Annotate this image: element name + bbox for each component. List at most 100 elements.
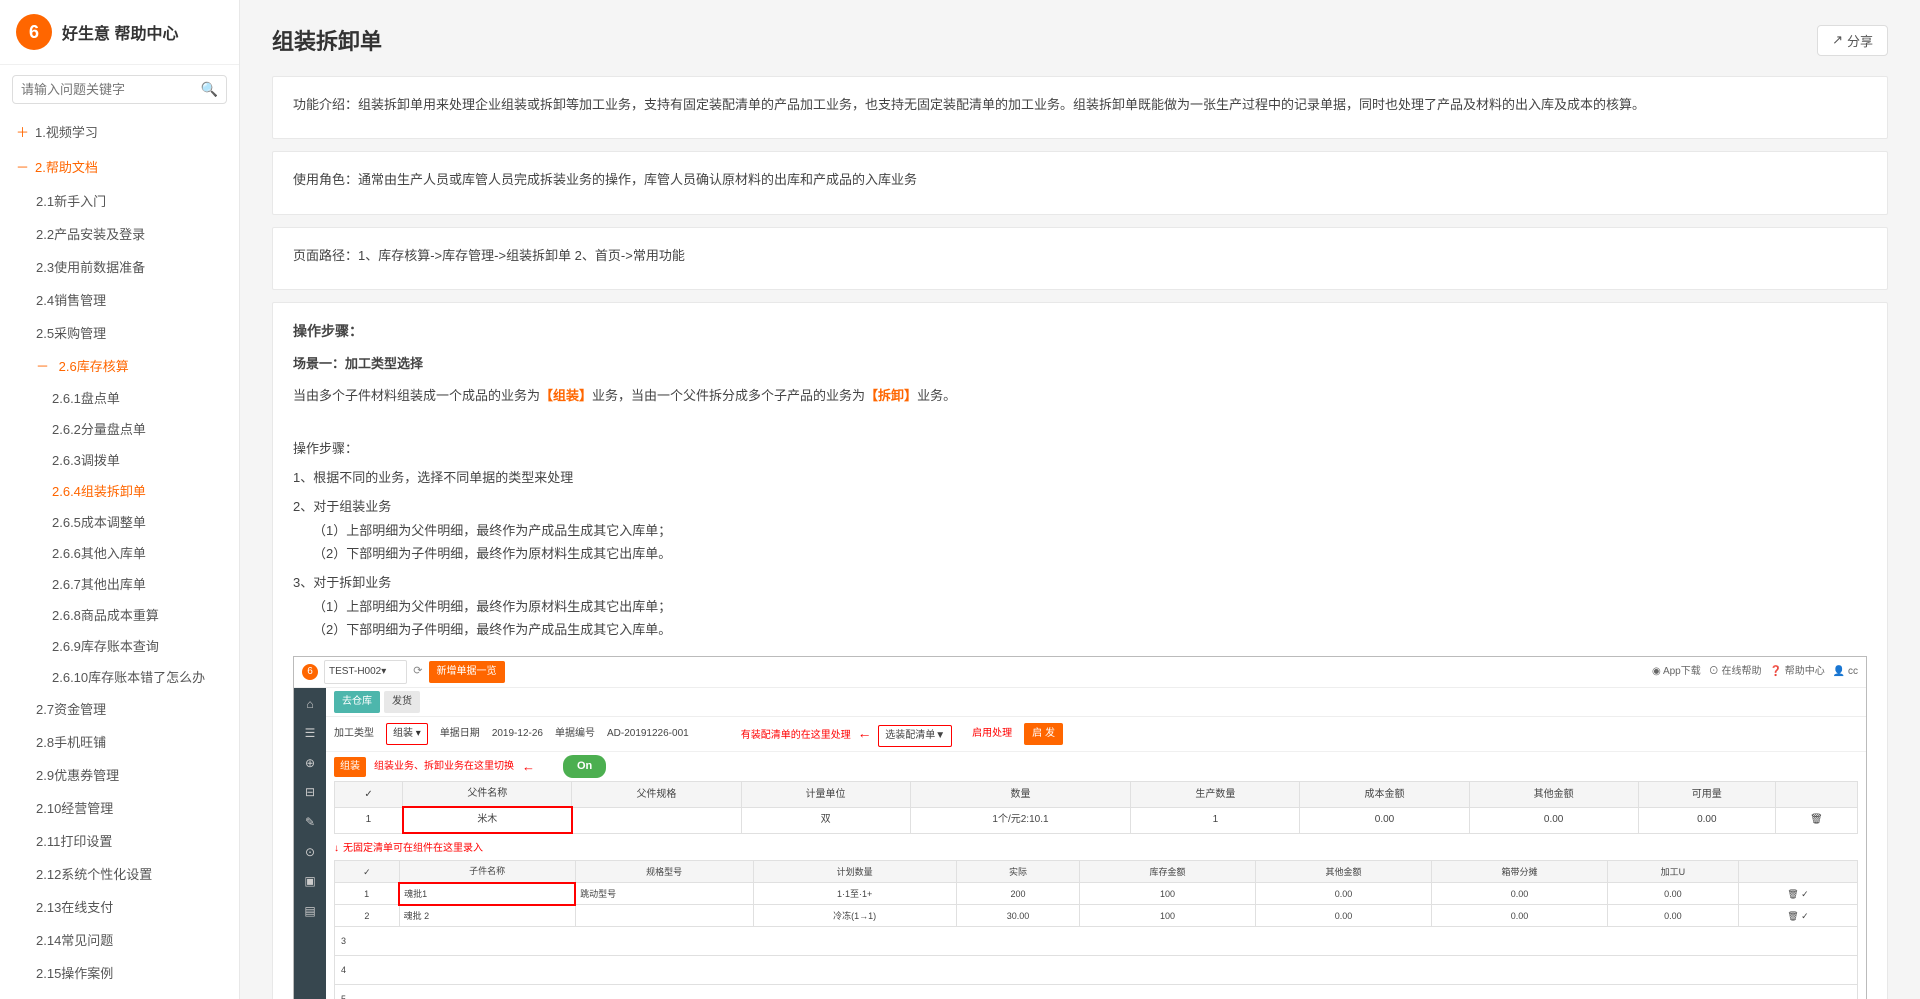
on-badge[interactable]: On bbox=[563, 755, 606, 779]
sidebar-item-payment[interactable]: 2.13在线支付 bbox=[0, 890, 239, 923]
sidebar-item-ledger-fix[interactable]: 2.6.10库存账本错了怎么办 bbox=[0, 661, 239, 692]
side-icon-circle[interactable]: ⊙ bbox=[305, 842, 315, 864]
app-icon-user: 👤 cc bbox=[1833, 663, 1858, 681]
sidebar-item-ledger-query[interactable]: 2.6.9库存账本查询 bbox=[0, 630, 239, 661]
lower-table: ✓ 子件名称 规格型号 计划数量 实际 库存金额 其他金额 箱带分摊 加工U bbox=[334, 860, 1858, 999]
app-tab-new[interactable]: 去仓库 bbox=[334, 691, 380, 713]
field-no-label: 单据编号 bbox=[555, 725, 595, 743]
btn-assembly-list[interactable]: 选装配清单▼ bbox=[878, 725, 952, 747]
upper-table-body: 1 米木 双 1个/元2:10.1 1 0.00 0.00 0.00 🗑 bbox=[335, 807, 1858, 833]
step3-1: （1）上部明细为父件明细，最终作为原材料生成其它出库单； bbox=[313, 595, 1867, 618]
annotation-area-3: ↓ 无固定清单可在组件在这里录入 bbox=[326, 838, 1866, 860]
upper-table: ✓ 父件名称 父件规格 计量单位 数量 生产数量 成本金额 其他金额 可用量 bbox=[334, 781, 1858, 834]
app-new-bill-btn[interactable]: 新增单据一览 bbox=[429, 661, 505, 683]
side-icon-add[interactable]: ⊕ bbox=[305, 753, 315, 775]
app-icon-apptap: ◉ App下载 bbox=[1652, 663, 1701, 681]
btn-qiyong[interactable]: 启 发 bbox=[1024, 723, 1063, 745]
sidebar-item-purchase[interactable]: 2.5采购管理 bbox=[0, 316, 239, 349]
side-icon-doc[interactable]: ☰ bbox=[305, 723, 316, 745]
operations-title: 操作步骤： bbox=[293, 319, 1867, 344]
table-row: 1 魂批1 跳动型号 1·1至·1+ 200 100 0.00 0.00 0.0… bbox=[335, 883, 1858, 905]
path-section: 页面路径：1、库存核算->库存管理->组装拆卸单 2、首页->常用功能 bbox=[272, 227, 1888, 290]
sidebar-item-mgmt[interactable]: 2.10经营管理 bbox=[0, 791, 239, 824]
role-section: 使用角色：通常由生产人员或库管人员完成拆装业务的操作，库管人员确认原材料的出库和… bbox=[272, 151, 1888, 214]
annotation-area-qiyong: 启用处理 bbox=[972, 725, 1012, 743]
sidebar-item-coupon[interactable]: 2.9优惠券管理 bbox=[0, 758, 239, 791]
logo-icon: 6 bbox=[16, 14, 52, 50]
sidebar-item-label: 1.视频学习 bbox=[35, 122, 98, 141]
page-title: 组装拆卸单 bbox=[272, 24, 382, 56]
scene1-title: 场景一：加工类型选择 bbox=[293, 356, 423, 371]
col-parent-name: 父件名称 bbox=[403, 782, 572, 808]
step3-2: （2）下部明细为子件明细，最终作为产成品生成其它入库单。 bbox=[313, 618, 1867, 641]
field-type-select[interactable]: 组装 ▾ bbox=[386, 723, 428, 745]
share-label: 分享 bbox=[1847, 31, 1873, 50]
nav-section: ＋ 1.视频学习 － 2.帮助文档 2.1新手入门 2.2产品安装及登录 2.3… bbox=[0, 114, 239, 989]
app-left-panel: ⌂ ☰ ⊕ ⊟ ✎ ⊙ ▣ ▤ bbox=[294, 688, 326, 999]
sidebar-item-other-in[interactable]: 2.6.6其他入库单 bbox=[0, 537, 239, 568]
col-unit: 计量单位 bbox=[741, 782, 910, 808]
side-icon-minus[interactable]: ⊟ bbox=[305, 782, 315, 804]
side-icon-lines[interactable]: ▤ bbox=[304, 901, 315, 923]
app-icon-help: ⊙ 在线帮助 bbox=[1709, 663, 1762, 681]
sidebar-item-print[interactable]: 2.11打印设置 bbox=[0, 824, 239, 857]
step2-1: （1）上部明细为父件明细，最终作为产成品生成其它入库单； bbox=[313, 519, 1867, 542]
table-row: 1 米木 双 1个/元2:10.1 1 0.00 0.00 0.00 🗑 bbox=[335, 807, 1858, 833]
annotation-text-qiyong: 启用处理 bbox=[972, 728, 1012, 739]
side-icon-edit[interactable]: ✎ bbox=[305, 812, 315, 834]
logo-area: 6 好生意 帮助中心 bbox=[0, 0, 239, 65]
step3: 3、对于拆卸业务 bbox=[293, 571, 1867, 594]
main-content: 组装拆卸单 ↗ 分享 功能介绍：组装拆卸单用来处理企业组装或拆卸等加工业务，支持… bbox=[240, 0, 1920, 999]
col-qty: 数量 bbox=[910, 782, 1131, 808]
table-row: 4 bbox=[335, 956, 1858, 985]
lower-table-area: ✓ 子件名称 规格型号 计划数量 实际 库存金额 其他金额 箱带分摊 加工U bbox=[326, 860, 1866, 999]
app-body: ⌂ ☰ ⊕ ⊟ ✎ ⊙ ▣ ▤ 去仓库 发货 bbox=[294, 688, 1866, 999]
app-icon-helpcenter: ❓ 帮助中心 bbox=[1770, 663, 1825, 681]
share-button[interactable]: ↗ 分享 bbox=[1817, 25, 1888, 56]
side-icon-home[interactable]: ⌂ bbox=[306, 694, 313, 716]
sidebar-item-cases[interactable]: 2.15操作案例 bbox=[0, 956, 239, 989]
sidebar-item-partial-stocktake[interactable]: 2.6.2分量盘点单 bbox=[0, 413, 239, 444]
table-row: 2 魂批 2 冷冻(1→1) 30.00 100 0.00 0.00 0.00 bbox=[335, 905, 1858, 927]
sidebar-item-other-out[interactable]: 2.6.7其他出库单 bbox=[0, 568, 239, 599]
annotation-area-1: 有装配清单的在这里处理 ← 选装配清单▼ bbox=[741, 721, 952, 747]
search-input[interactable] bbox=[21, 82, 201, 97]
side-icon-grid[interactable]: ▣ bbox=[304, 871, 315, 893]
col-actions bbox=[1775, 782, 1857, 808]
upper-table-label-row: 组装 组装业务、拆卸业务在这里切换 ← On bbox=[326, 752, 1866, 782]
sidebar-item-assembly[interactable]: 2.6.4组装拆卸单 bbox=[0, 475, 239, 506]
sidebar-item-sales[interactable]: 2.4销售管理 bbox=[0, 283, 239, 316]
sidebar-item-videos[interactable]: ＋ 1.视频学习 bbox=[0, 114, 239, 149]
sidebar-item-cost-adjust[interactable]: 2.6.5成本调整单 bbox=[0, 506, 239, 537]
intro-section: 功能介绍：组装拆卸单用来处理企业组装或拆卸等加工业务，支持有固定装配清单的产品加… bbox=[272, 76, 1888, 139]
sidebar-item-mobile[interactable]: 2.8手机旺铺 bbox=[0, 725, 239, 758]
app-title-dropdown[interactable]: TEST-H002▾ bbox=[324, 660, 407, 684]
app-refresh-icons: ⟳ bbox=[413, 662, 422, 682]
sidebar-item-faq[interactable]: 2.14常见问题 bbox=[0, 923, 239, 956]
arrow-down-icon: ↓ bbox=[334, 840, 339, 858]
app-tab-query[interactable]: 发货 bbox=[384, 691, 420, 713]
app-main-content: 去仓库 发货 加工类型 组装 ▾ 单据日期 2019-12-26 单据编号 AD… bbox=[326, 688, 1866, 999]
app-toolbar: 去仓库 发货 bbox=[326, 688, 1866, 717]
sidebar-item-stocktake[interactable]: 2.6.1盘点单 bbox=[0, 382, 239, 413]
field-date-val: 2019-12-26 bbox=[492, 725, 543, 743]
sidebar-item-install[interactable]: 2.2产品安装及登录 bbox=[0, 217, 239, 250]
arrow-icon-2: ← bbox=[522, 755, 535, 778]
sidebar-item-docs[interactable]: － 2.帮助文档 bbox=[0, 149, 239, 184]
sidebar-item-cost-recalc[interactable]: 2.6.8商品成本重算 bbox=[0, 599, 239, 630]
app-nav-icons: ◉ App下载 ⊙ 在线帮助 ❓ 帮助中心 👤 cc bbox=[1652, 663, 1858, 681]
lower-table-header: ✓ 子件名称 规格型号 计划数量 实际 库存金额 其他金额 箱带分摊 加工U bbox=[335, 861, 1858, 883]
upper-table-header: ✓ 父件名称 父件规格 计量单位 数量 生产数量 成本金额 其他金额 可用量 bbox=[335, 782, 1858, 808]
sidebar-item-dataprep[interactable]: 2.3使用前数据准备 bbox=[0, 250, 239, 283]
minus-icon-2: － bbox=[16, 157, 29, 176]
sidebar-item-transfer[interactable]: 2.6.3调拨单 bbox=[0, 444, 239, 475]
sidebar-item-inventory[interactable]: － 2.6库存核算 bbox=[0, 349, 239, 382]
sidebar-item-finance[interactable]: 2.7资金管理 bbox=[0, 692, 239, 725]
sidebar-item-customization[interactable]: 2.12系统个性化设置 bbox=[0, 857, 239, 890]
table-row: 5 bbox=[335, 985, 1858, 999]
refresh-icon: ⟳ bbox=[413, 662, 422, 682]
search-box[interactable]: 🔍 bbox=[12, 75, 227, 104]
field-type-label: 加工类型 bbox=[334, 725, 374, 743]
sidebar-item-newbie[interactable]: 2.1新手入门 bbox=[0, 184, 239, 217]
steps-label: 操作步骤： bbox=[293, 437, 1867, 460]
